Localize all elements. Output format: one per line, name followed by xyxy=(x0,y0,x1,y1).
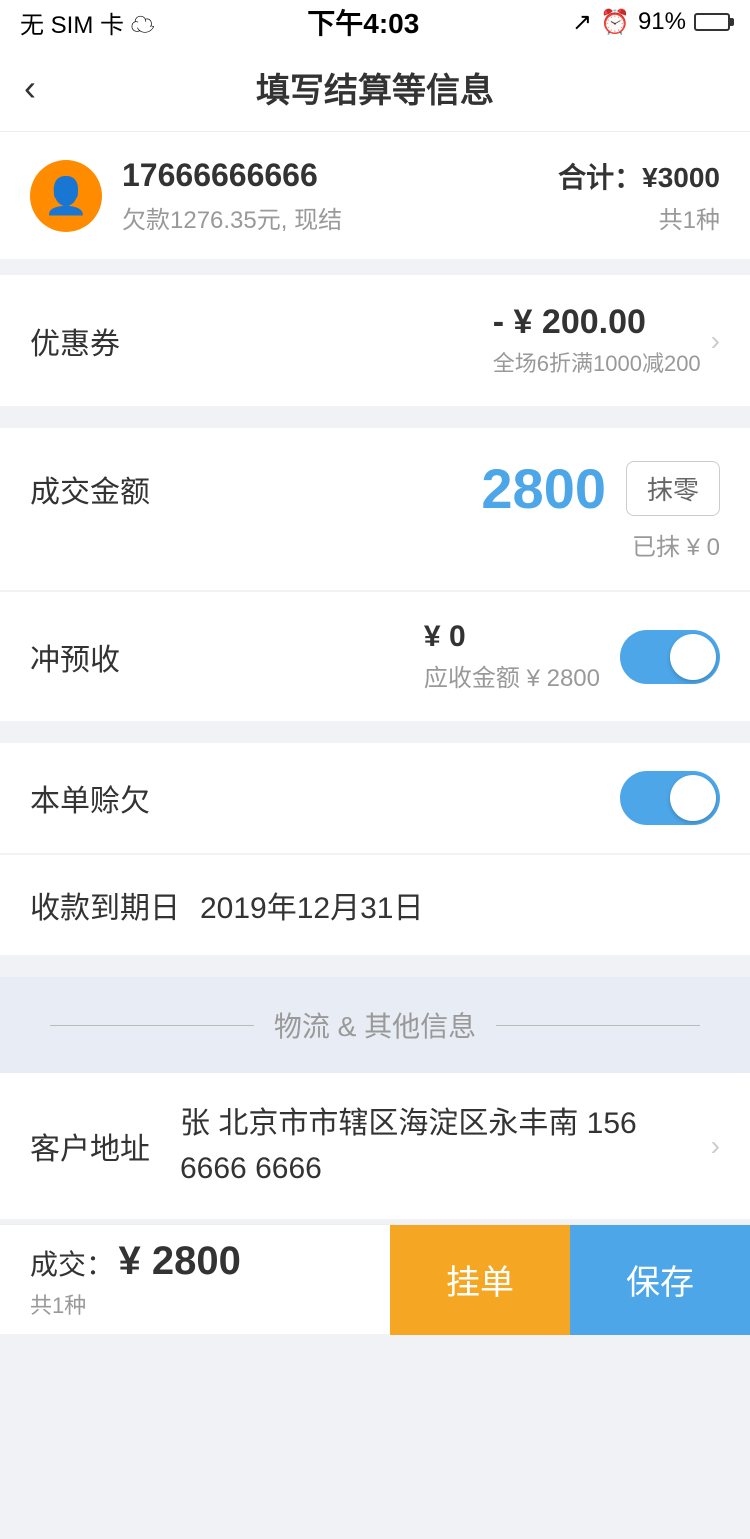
debt-label: 本单赊欠 xyxy=(30,776,150,820)
bottom-count: 共1种 xyxy=(30,1288,360,1320)
debt-toggle[interactable] xyxy=(620,771,720,825)
toggle-knob xyxy=(670,634,716,680)
bottom-deal-amount: ¥ 2800 xyxy=(118,1239,240,1283)
status-right: ↗ ⏰ 91% xyxy=(572,8,730,37)
customer-card: 👤 17666666666 欠款1276.35元, 现结 合计：¥3000 共1… xyxy=(0,132,750,259)
pending-button[interactable]: 挂单 xyxy=(390,1225,570,1335)
amount-row: 成交金额 2800 抹零 xyxy=(30,456,720,521)
section-gap-3 xyxy=(0,957,750,977)
duedate-label: 收款到期日 xyxy=(30,883,180,927)
page-title: 填写结算等信息 xyxy=(256,63,494,112)
customer-info: 17666666666 欠款1276.35元, 现结 xyxy=(122,157,342,235)
location-icon: ↗ xyxy=(572,8,592,37)
customer-left: 👤 17666666666 欠款1276.35元, 现结 xyxy=(30,157,342,235)
coupon-desc: 全场6折满1000减200 xyxy=(493,346,701,378)
customer-debt: 欠款1276.35元, 现结 xyxy=(122,200,342,235)
prepay-right: ¥ 0 应收金额 ¥ 2800 xyxy=(424,620,720,693)
section-gap-1 xyxy=(0,408,750,428)
save-button[interactable]: 保存 xyxy=(570,1225,750,1335)
prepay-row: 冲预收 ¥ 0 应收金额 ¥ 2800 xyxy=(30,620,720,693)
amount-section: 成交金额 2800 抹零 已抹 ¥ 0 xyxy=(0,428,750,590)
debt-row: 本单赊欠 xyxy=(30,771,720,825)
address-section[interactable]: 客户地址 张 北京市市辖区海淀区永丰南 156 6666 6666 › xyxy=(0,1073,750,1219)
status-bar: 无 SIM 卡 ☁ 下午4:03 ↗ ⏰ 91% xyxy=(0,0,750,44)
nav-bar: ‹ 填写结算等信息 xyxy=(0,44,750,132)
customer-right: 合计：¥3000 共1种 xyxy=(558,156,720,235)
coupon-right: - ¥ 200.00 全场6折满1000减200 › xyxy=(493,303,720,378)
logistics-header: 物流 & 其他信息 xyxy=(0,977,750,1073)
bottom-deal-row: 成交： ¥ 2800 xyxy=(30,1239,360,1284)
coupon-label: 优惠券 xyxy=(30,319,120,363)
customer-count: 共1种 xyxy=(558,200,720,235)
coupon-row[interactable]: 优惠券 - ¥ 200.00 全场6折满1000减200 › xyxy=(0,275,750,406)
avatar: 👤 xyxy=(30,160,102,232)
prepay-section: 冲预收 ¥ 0 应收金额 ¥ 2800 xyxy=(0,592,750,721)
status-time: 下午4:03 xyxy=(307,2,419,42)
prepay-label: 冲预收 xyxy=(30,635,120,679)
address-label: 客户地址 xyxy=(30,1124,150,1168)
amount-label: 成交金额 xyxy=(30,467,150,511)
bottom-deal-label: 成交： xyxy=(30,1249,114,1280)
sim-text: 无 SIM 卡 ☁ xyxy=(20,5,155,40)
battery-icon xyxy=(694,13,730,31)
total-value: 合计：¥3000 xyxy=(558,156,720,196)
amount-value-wrap: 2800 抹零 xyxy=(481,456,720,521)
prepay-amount: ¥ 0 xyxy=(424,620,600,654)
alarm-icon: ⏰ xyxy=(600,8,630,37)
duedate-row: 收款到期日 2019年12月31日 xyxy=(30,883,720,927)
address-chevron: › xyxy=(711,1130,720,1162)
avatar-icon: 👤 xyxy=(44,175,89,217)
debt-toggle-knob xyxy=(670,775,716,821)
round-button[interactable]: 抹零 xyxy=(626,461,720,516)
amount-sub: 已抹 ¥ 0 xyxy=(30,527,720,562)
bottom-bar: 成交： ¥ 2800 共1种 挂单 保存 xyxy=(0,1224,750,1334)
status-left: 无 SIM 卡 ☁ xyxy=(20,5,155,40)
prepay-toggle[interactable] xyxy=(620,630,720,684)
logistics-title: 物流 & 其他信息 xyxy=(274,1005,476,1045)
address-value: 张 北京市市辖区海淀区永丰南 156 6666 6666 xyxy=(180,1101,711,1191)
duedate-value: 2019年12月31日 xyxy=(200,883,423,927)
coupon-discount: - ¥ 200.00 xyxy=(493,303,701,342)
amount-value: 2800 xyxy=(481,456,606,521)
coupon-chevron: › xyxy=(711,325,720,357)
back-button[interactable]: ‹ xyxy=(24,67,36,109)
customer-phone: 17666666666 xyxy=(122,157,342,194)
bottom-summary: 成交： ¥ 2800 共1种 xyxy=(0,1239,390,1320)
battery-percent: 91% xyxy=(638,8,686,36)
duedate-section: 收款到期日 2019年12月31日 xyxy=(0,855,750,955)
debt-section: 本单赊欠 xyxy=(0,743,750,853)
prepay-sub: 应收金额 ¥ 2800 xyxy=(424,658,600,693)
address-chevron-icon: › xyxy=(711,1130,720,1162)
section-gap-2 xyxy=(0,723,750,743)
